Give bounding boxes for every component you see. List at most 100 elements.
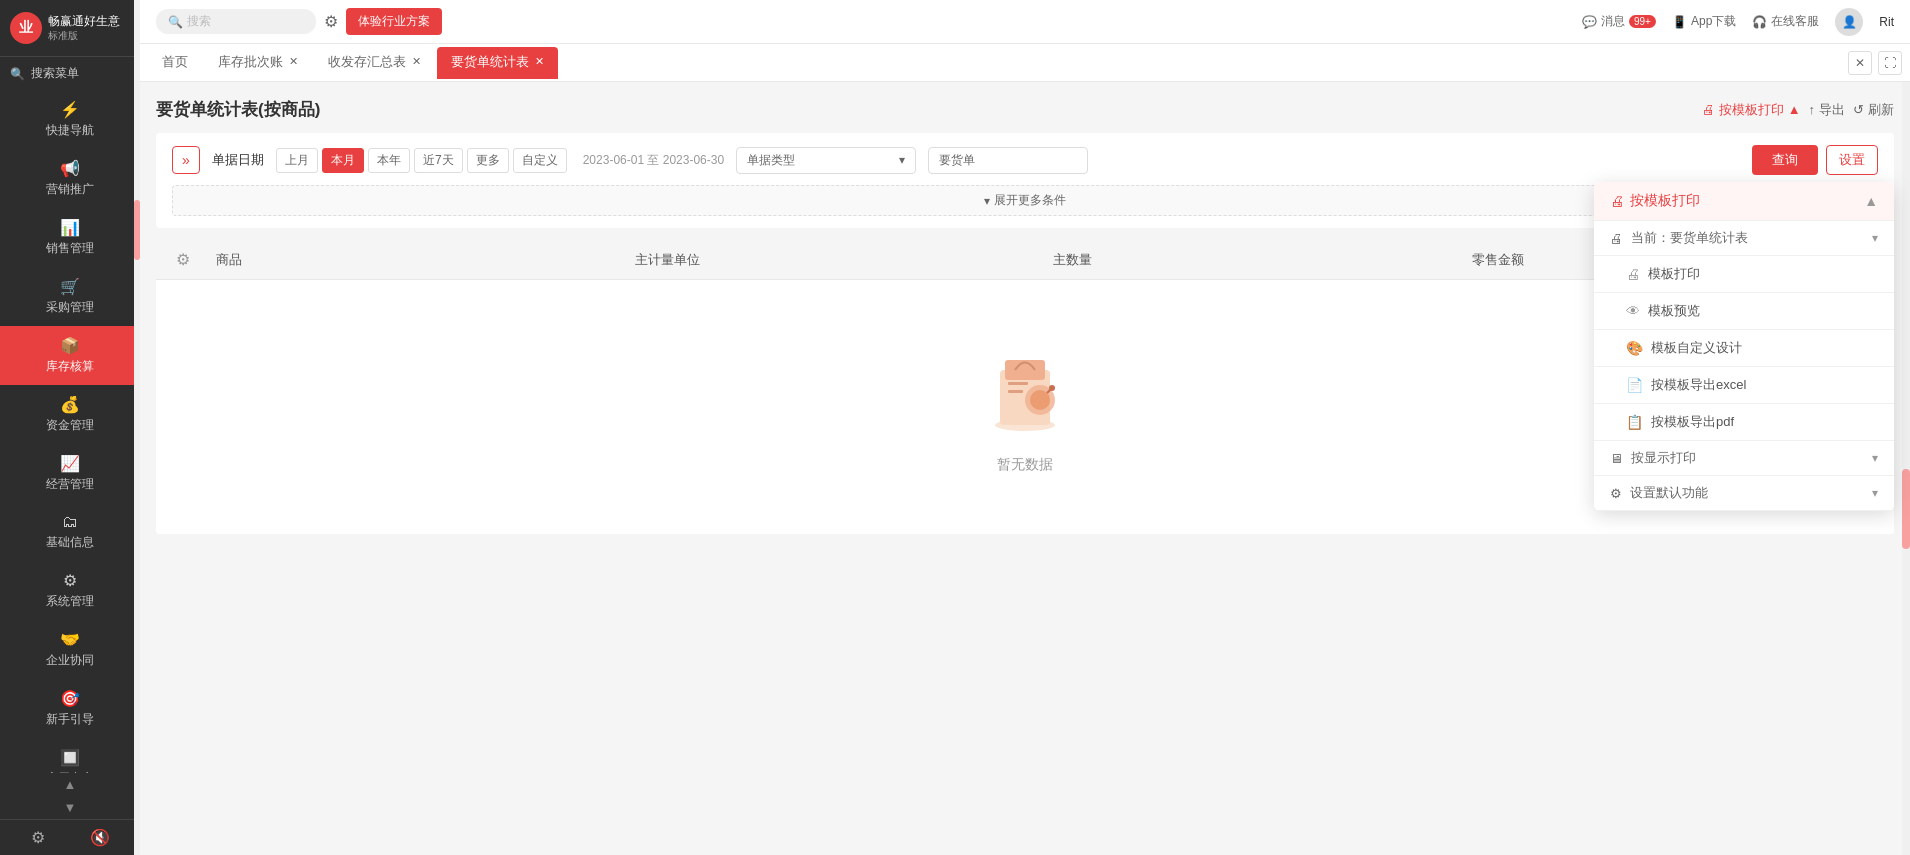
guide-icon: 🎯 <box>60 689 80 708</box>
right-scrollbar[interactable] <box>1902 82 1910 855</box>
dropdown-display-print-item[interactable]: 🖥 按显示打印 ▾ <box>1594 441 1894 475</box>
tabs-bar: 首页 库存批次账 ✕ 收发存汇总表 ✕ 要货单统计表 ✕ ✕ ⛶ <box>140 44 1910 82</box>
sidebar-item-sales[interactable]: 📊 销售管理 <box>0 208 140 267</box>
app-download-icon: 📱 <box>1672 15 1687 29</box>
order-goods-input[interactable]: 要货单 <box>928 147 1088 174</box>
empty-text: 暂无数据 <box>997 456 1053 474</box>
column-settings-icon[interactable]: ⚙ <box>176 250 190 269</box>
tab-home[interactable]: 首页 <box>148 47 202 79</box>
user-avatar[interactable]: 👤 <box>1835 8 1863 36</box>
printer-icon2: 🖨 <box>1610 193 1624 209</box>
topbar-search-icon: 🔍 <box>168 15 183 29</box>
trial-button[interactable]: 体验行业方案 <box>346 8 442 35</box>
date-custom[interactable]: 自定义 <box>513 148 567 173</box>
app-download-item[interactable]: 📱 App下载 <box>1672 13 1736 30</box>
sidebar-item-guide[interactable]: 🎯 新手引导 <box>0 679 140 738</box>
export-icon: ↑ <box>1809 102 1816 117</box>
date-this-year[interactable]: 本年 <box>368 148 410 173</box>
dropdown-current-item[interactable]: 🖨 当前：要货单统计表 ▾ <box>1594 221 1894 255</box>
tabs-controls: ✕ ⛶ <box>1848 51 1902 75</box>
display-print-chevron: ▾ <box>1872 451 1878 465</box>
template-print-button[interactable]: 🖨 按模板打印 ▲ <box>1702 101 1801 119</box>
search-icon: 🔍 <box>10 67 25 81</box>
tab-close-button[interactable]: ✕ <box>1848 51 1872 75</box>
custom-design-icon: 🎨 <box>1626 340 1643 356</box>
dropdown-header: 🖨 按模板打印 ▲ <box>1594 182 1894 221</box>
empty-illustration <box>975 340 1075 440</box>
excel-icon: 📄 <box>1626 377 1643 393</box>
topbar-right: 💬 消息 99+ 📱 App下载 🎧 在线客服 👤 Rit <box>1582 8 1894 36</box>
page-title: 要货单统计表(按商品) <box>156 98 320 121</box>
app-logo-icon: 业 <box>10 12 42 44</box>
filter-expand-button[interactable]: » <box>172 146 200 174</box>
dropdown-export-excel-item[interactable]: 📄 按模板导出excel <box>1594 367 1894 403</box>
close-order-stats-icon[interactable]: ✕ <box>535 55 544 68</box>
refresh-button[interactable]: ↺ 刷新 <box>1853 101 1894 119</box>
sidebar-item-basic[interactable]: 🗂 基础信息 <box>0 503 140 561</box>
sidebar-scroll-up[interactable]: ▲ <box>0 773 140 796</box>
sidebar-bottom: ⚙ 🔇 <box>0 819 140 855</box>
chevron-down-icon: ▾ <box>899 153 905 167</box>
sidebar-item-app-center[interactable]: 🔲 应用中心 <box>0 738 140 773</box>
messages-item[interactable]: 💬 消息 99+ <box>1582 13 1656 30</box>
sidebar-settings-icon[interactable]: ⚙ <box>31 828 45 847</box>
date-last-month[interactable]: 上月 <box>276 148 318 173</box>
date-more[interactable]: 更多 <box>467 148 509 173</box>
online-service-item[interactable]: 🎧 在线客服 <box>1752 13 1819 30</box>
close-receipt-summary-icon[interactable]: ✕ <box>412 55 421 68</box>
col-quantity: 主数量 <box>1045 251 1464 269</box>
dropdown-template-preview-item[interactable]: 👁 模板预览 <box>1594 293 1894 329</box>
date-7-days[interactable]: 近7天 <box>414 148 463 173</box>
page-content: 要货单统计表(按商品) 🖨 按模板打印 ▲ ↑ 导出 ↺ 刷新 <box>140 82 1910 855</box>
col-settings[interactable]: ⚙ <box>168 250 208 269</box>
sidebar-item-marketing[interactable]: 📢 营销推广 <box>0 149 140 208</box>
tab-expand-button[interactable]: ⛶ <box>1878 51 1902 75</box>
sidebar-item-system[interactable]: ⚙ 系统管理 <box>0 561 140 620</box>
dropdown-template-print-item[interactable]: 🖨 模板打印 <box>1594 256 1894 292</box>
date-this-month[interactable]: 本月 <box>322 148 364 173</box>
tab-order-stats[interactable]: 要货单统计表 ✕ <box>437 47 558 79</box>
tab-inventory-batch[interactable]: 库存批次账 ✕ <box>204 47 312 79</box>
headset-icon: 🎧 <box>1752 15 1767 29</box>
sidebar-item-purchase[interactable]: 🛒 采购管理 <box>0 267 140 326</box>
order-type-select[interactable]: 单据类型 ▾ <box>736 147 916 174</box>
sidebar-scroll-down[interactable]: ▼ <box>0 796 140 819</box>
sidebar-mute-icon[interactable]: 🔇 <box>90 828 110 847</box>
query-button[interactable]: 查询 <box>1752 145 1818 175</box>
sidebar-item-inventory[interactable]: 📦 库存核算 <box>0 326 140 385</box>
tab-receipt-summary[interactable]: 收发存汇总表 ✕ <box>314 47 435 79</box>
marketing-icon: 📢 <box>60 159 80 178</box>
topbar-gear-icon[interactable]: ⚙ <box>324 12 338 31</box>
dropdown-template-preview-section: 👁 模板预览 <box>1594 293 1894 330</box>
dropdown-export-pdf-item[interactable]: 📋 按模板导出pdf <box>1594 404 1894 440</box>
dropdown-up-icon[interactable]: ▲ <box>1864 193 1878 209</box>
topbar-search[interactable]: 🔍 搜索 <box>156 9 316 34</box>
date-filter-label: 单据日期 <box>212 151 264 169</box>
system-icon: ⚙ <box>63 571 77 590</box>
dropdown-export-pdf-section: 📋 按模板导出pdf <box>1594 404 1894 441</box>
dropdown-default-func-item[interactable]: ⚙ 设置默认功能 ▾ <box>1594 476 1894 510</box>
sidebar-item-quick-nav[interactable]: ⚡ 快捷导航 <box>0 90 140 149</box>
sidebar-logo: 业 畅赢通好生意 标准版 <box>0 0 140 57</box>
sidebar-item-collab[interactable]: 🤝 企业协同 <box>0 620 140 679</box>
dropdown-export-excel-section: 📄 按模板导出excel <box>1594 367 1894 404</box>
sidebar-item-operation[interactable]: 📈 经营管理 <box>0 444 140 503</box>
close-inventory-batch-icon[interactable]: ✕ <box>289 55 298 68</box>
export-button[interactable]: ↑ 导出 <box>1809 101 1846 119</box>
settings-button[interactable]: 设置 <box>1826 145 1878 175</box>
finance-icon: 💰 <box>60 395 80 414</box>
dropdown-template-custom-section: 🎨 模板自定义设计 <box>1594 330 1894 367</box>
app-center-icon: 🔲 <box>60 748 80 767</box>
col-unit: 主计量单位 <box>627 251 1046 269</box>
messages-icon: 💬 <box>1582 15 1597 29</box>
sidebar-item-finance[interactable]: 💰 资金管理 <box>0 385 140 444</box>
topbar-left: 🔍 搜索 ⚙ 体验行业方案 <box>156 8 1570 35</box>
username: Rit <box>1879 15 1894 29</box>
print-item-icon: 🖨 <box>1626 266 1640 282</box>
collab-icon: 🤝 <box>60 630 80 649</box>
dropdown-template-custom-item[interactable]: 🎨 模板自定义设计 <box>1594 330 1894 366</box>
template-print-dropdown: 🖨 按模板打印 ▲ 🖨 当前：要货单统计表 ▾ <box>1594 182 1894 511</box>
dropdown-template-print-section: 🖨 模板打印 <box>1594 256 1894 293</box>
sidebar-search[interactable]: 🔍 搜索菜单 <box>0 57 140 90</box>
dropdown-header-actions: ▲ <box>1864 193 1878 209</box>
